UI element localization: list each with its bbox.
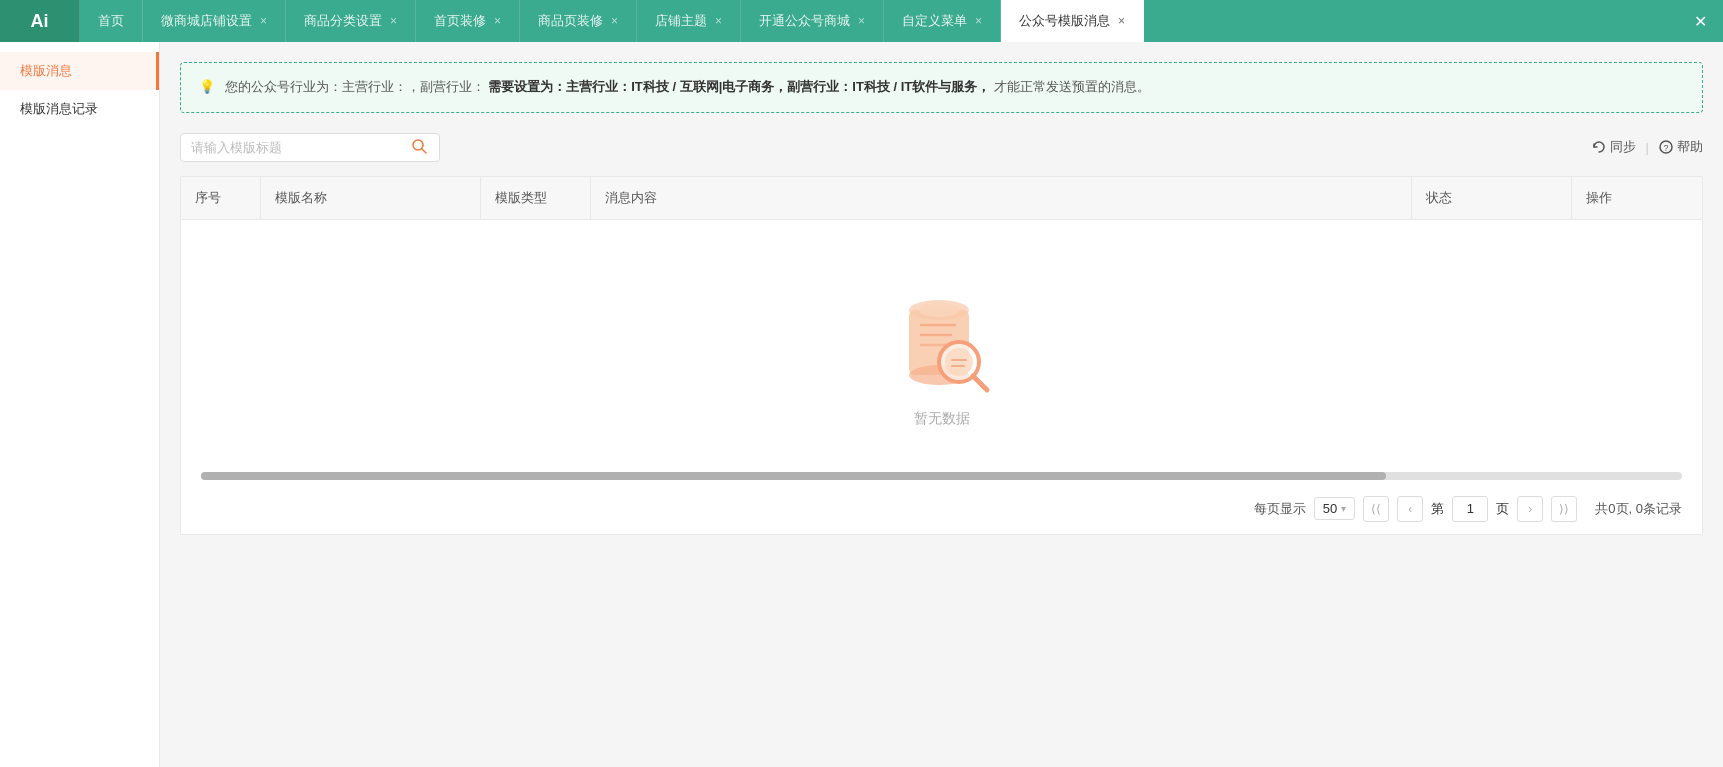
total-info: 共0页, 0条记录 bbox=[1595, 500, 1682, 518]
first-page-button[interactable]: ⟨⟨ bbox=[1363, 496, 1389, 522]
sidebar-item-template-message[interactable]: 模版消息 bbox=[0, 52, 159, 90]
horizontal-scrollbar[interactable] bbox=[201, 472, 1682, 480]
search-button[interactable] bbox=[411, 138, 427, 157]
close-tab-category-settings[interactable]: × bbox=[390, 14, 397, 28]
close-tab-store-theme[interactable]: × bbox=[715, 14, 722, 28]
search-input-wrap bbox=[180, 133, 440, 162]
prev-page-button[interactable]: ‹ bbox=[1397, 496, 1423, 522]
th-content: 消息内容 bbox=[591, 177, 1412, 219]
close-tab-custom-menu[interactable]: × bbox=[975, 14, 982, 28]
page-number-input[interactable] bbox=[1452, 496, 1488, 522]
th-name: 模版名称 bbox=[261, 177, 481, 219]
sidebar-item-template-record[interactable]: 模版消息记录 bbox=[0, 90, 159, 128]
pagination: 每页显示 50 ▾ ⟨⟨ ‹ 第 页 › ⟩⟩ bbox=[181, 484, 1702, 534]
svg-point-12 bbox=[945, 348, 973, 376]
scrollbar-thumb[interactable] bbox=[201, 472, 1386, 480]
prev-page-icon: ‹ bbox=[1408, 502, 1412, 516]
tab-open-mall[interactable]: 开通公众号商城 × bbox=[741, 0, 884, 42]
tab-product-decor[interactable]: 商品页装修 × bbox=[520, 0, 637, 42]
close-tab-open-mall[interactable]: × bbox=[858, 14, 865, 28]
tab-custom-menu[interactable]: 自定义菜单 × bbox=[884, 0, 1001, 42]
next-page-icon: › bbox=[1528, 502, 1532, 516]
th-action: 操作 bbox=[1572, 177, 1702, 219]
close-tab-product-decor[interactable]: × bbox=[611, 14, 618, 28]
search-icon bbox=[411, 138, 427, 154]
per-page-select[interactable]: 50 ▾ bbox=[1314, 497, 1355, 520]
sidebar: 模版消息 模版消息记录 bbox=[0, 42, 160, 767]
svg-line-1 bbox=[422, 149, 426, 153]
search-actions: 同步 | ? 帮助 bbox=[1592, 138, 1703, 156]
tab-home-decor[interactable]: 首页装修 × bbox=[416, 0, 520, 42]
tab-bar: Ai 首页 微商城店铺设置 × 商品分类设置 × 首页装修 × 商品页装修 × … bbox=[0, 0, 1723, 42]
help-icon: ? bbox=[1659, 140, 1673, 154]
page-label-post: 页 bbox=[1496, 500, 1509, 518]
help-button[interactable]: ? 帮助 bbox=[1659, 138, 1703, 156]
th-status: 状态 bbox=[1412, 177, 1572, 219]
close-tab-store-settings[interactable]: × bbox=[260, 14, 267, 28]
data-table: 序号 模版名称 模版类型 消息内容 状态 操作 bbox=[180, 176, 1703, 535]
last-page-icon: ⟩⟩ bbox=[1559, 502, 1569, 516]
main-layout: 模版消息 模版消息记录 💡 您的公众号行业为：主营行业：，副营行业： 需要设置为… bbox=[0, 42, 1723, 767]
svg-point-7 bbox=[919, 303, 959, 317]
svg-line-13 bbox=[973, 376, 987, 390]
tab-store-settings[interactable]: 微商城店铺设置 × bbox=[143, 0, 286, 42]
empty-text: 暂无数据 bbox=[914, 410, 970, 428]
sync-button[interactable]: 同步 bbox=[1592, 138, 1636, 156]
tab-template-msg[interactable]: 公众号模版消息 × bbox=[1001, 0, 1144, 42]
close-tab-home-decor[interactable]: × bbox=[494, 14, 501, 28]
first-page-icon: ⟨⟨ bbox=[1371, 502, 1381, 516]
notice-icon: 💡 bbox=[199, 79, 215, 94]
tab-home[interactable]: 首页 bbox=[80, 0, 143, 42]
notice-banner: 💡 您的公众号行业为：主营行业：，副营行业： 需要设置为：主营行业：IT科技 /… bbox=[180, 62, 1703, 113]
empty-state: 暂无数据 bbox=[181, 220, 1702, 468]
tab-category-settings[interactable]: 商品分类设置 × bbox=[286, 0, 416, 42]
search-input[interactable] bbox=[191, 140, 411, 155]
content-area: 💡 您的公众号行业为：主营行业：，副营行业： 需要设置为：主营行业：IT科技 /… bbox=[160, 42, 1723, 767]
window-close-button[interactable]: ✕ bbox=[1678, 0, 1723, 42]
page-label-pre: 第 bbox=[1431, 500, 1444, 518]
search-bar: 同步 | ? 帮助 bbox=[180, 133, 1703, 162]
next-page-button[interactable]: › bbox=[1517, 496, 1543, 522]
th-serial: 序号 bbox=[181, 177, 261, 219]
empty-illustration bbox=[877, 280, 1007, 410]
sync-icon bbox=[1592, 140, 1606, 154]
tab-store-theme[interactable]: 店铺主题 × bbox=[637, 0, 741, 42]
table-header: 序号 模版名称 模版类型 消息内容 状态 操作 bbox=[181, 177, 1702, 220]
close-tab-template-msg[interactable]: × bbox=[1118, 14, 1125, 28]
th-type: 模版类型 bbox=[481, 177, 591, 219]
chevron-down-icon: ▾ bbox=[1341, 503, 1346, 514]
svg-text:?: ? bbox=[1663, 143, 1668, 153]
last-page-button[interactable]: ⟩⟩ bbox=[1551, 496, 1577, 522]
actions-divider: | bbox=[1646, 140, 1649, 155]
app-logo: Ai bbox=[0, 0, 80, 42]
per-page-label: 每页显示 bbox=[1254, 500, 1306, 518]
